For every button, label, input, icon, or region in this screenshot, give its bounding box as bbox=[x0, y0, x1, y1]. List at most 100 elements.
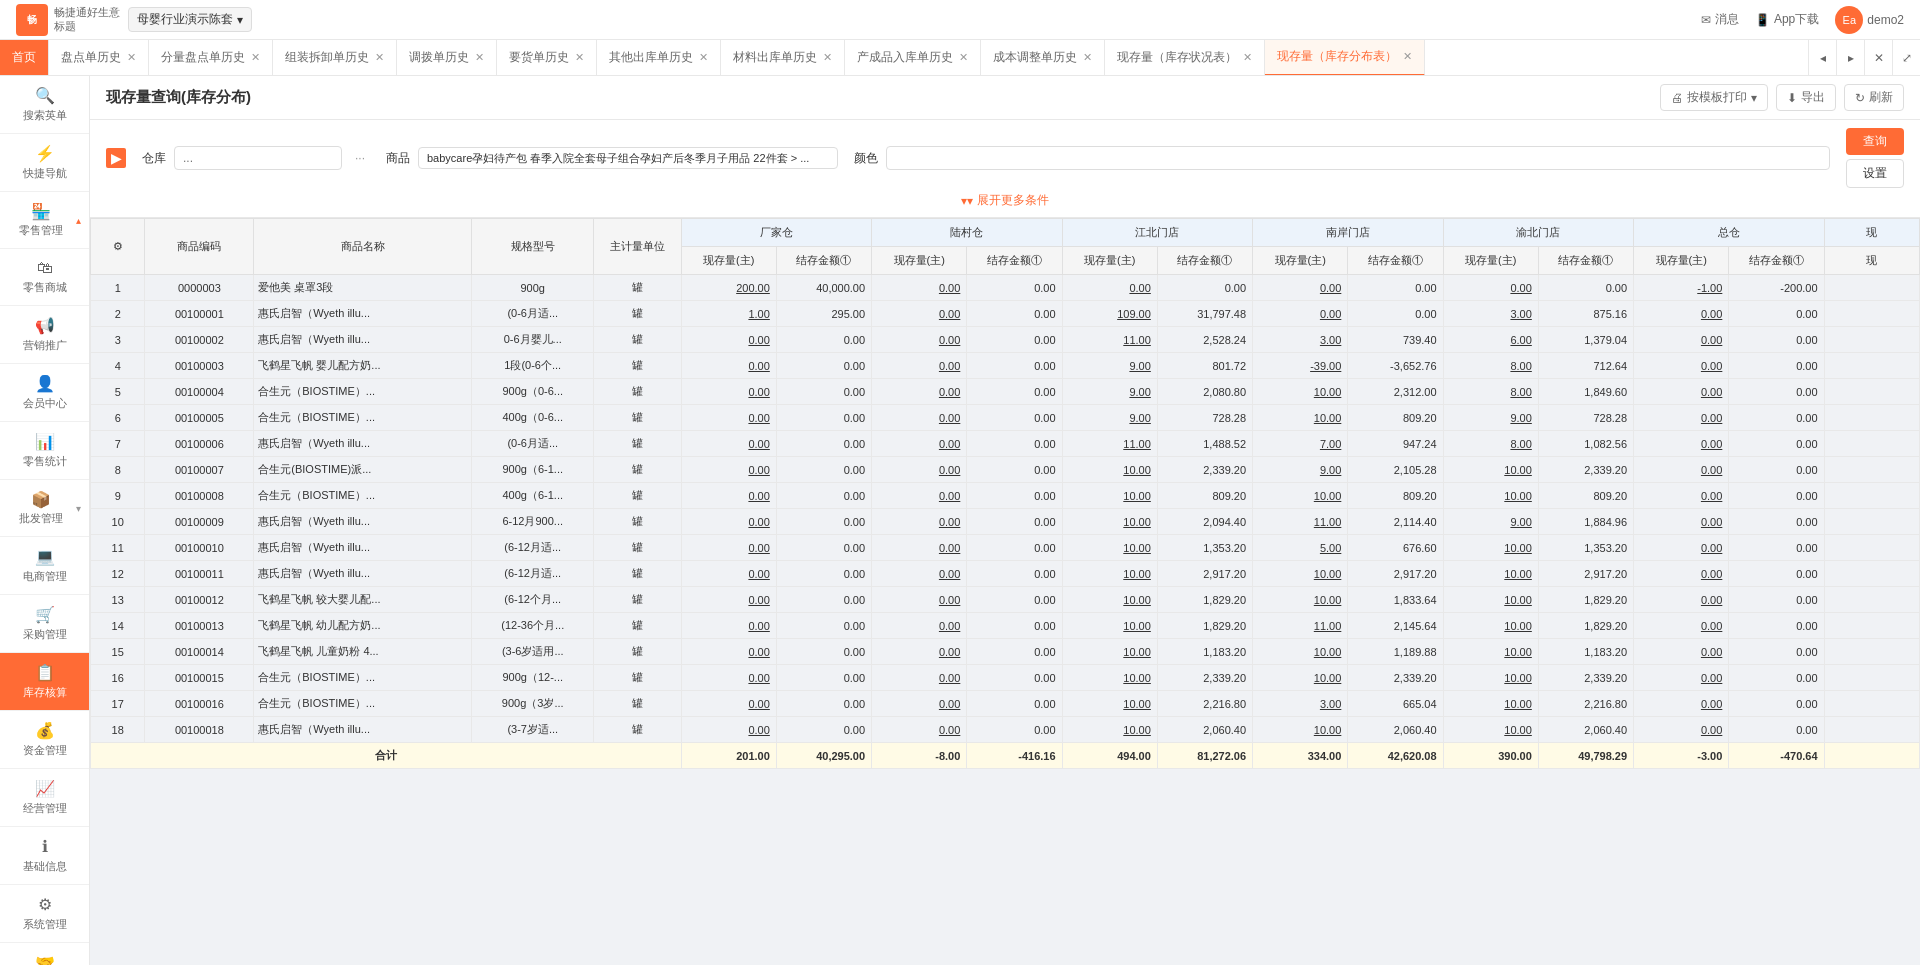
th-settings[interactable]: ⚙ bbox=[91, 219, 145, 275]
table-cell[interactable]: 0.00 bbox=[1634, 613, 1729, 639]
table-cell[interactable]: 10.00 bbox=[1062, 457, 1157, 483]
tab-close-all[interactable]: ✕ bbox=[1864, 40, 1892, 76]
tab-close-icon[interactable]: ✕ bbox=[1083, 51, 1092, 64]
table-cell[interactable]: 0.00 bbox=[1634, 535, 1729, 561]
table-cell[interactable]: 0.00 bbox=[681, 587, 776, 613]
industry-selector[interactable]: 母婴行业演示陈套 bbox=[128, 7, 252, 32]
table-cell[interactable]: 10.00 bbox=[1062, 587, 1157, 613]
tab-requisition[interactable]: 要货单历史 ✕ bbox=[497, 40, 597, 76]
tab-home[interactable]: 首页 bbox=[0, 40, 49, 76]
table-cell[interactable]: 8.00 bbox=[1443, 431, 1538, 457]
table-cell[interactable]: 0.00 bbox=[681, 431, 776, 457]
tab-close-icon[interactable]: ✕ bbox=[475, 51, 484, 64]
table-cell[interactable]: 0.00 bbox=[681, 691, 776, 717]
table-cell[interactable]: 0.00 bbox=[872, 509, 967, 535]
print-btn[interactable]: 🖨 按模板打印 bbox=[1660, 84, 1768, 111]
refresh-btn[interactable]: ↻ 刷新 bbox=[1844, 84, 1904, 111]
tab-material-out[interactable]: 材料出库单历史 ✕ bbox=[721, 40, 845, 76]
table-cell[interactable]: 0.00 bbox=[1634, 457, 1729, 483]
table-cell[interactable]: 10.00 bbox=[1443, 535, 1538, 561]
table-cell[interactable]: 10.00 bbox=[1443, 587, 1538, 613]
sidebar-item-nav[interactable]: ⚡ 快捷导航 bbox=[0, 134, 89, 192]
table-cell[interactable]: 10.00 bbox=[1253, 587, 1348, 613]
table-cell[interactable]: -39.00 bbox=[1253, 353, 1348, 379]
table-cell[interactable]: 11.00 bbox=[1062, 327, 1157, 353]
table-cell[interactable]: 0.00 bbox=[681, 327, 776, 353]
table-cell[interactable]: 0.00 bbox=[1253, 301, 1348, 327]
table-cell[interactable]: 0.00 bbox=[872, 535, 967, 561]
table-cell[interactable]: 10.00 bbox=[1253, 379, 1348, 405]
tab-inventory-history[interactable]: 盘点单历史 ✕ bbox=[49, 40, 149, 76]
sidebar-item-search[interactable]: 🔍 搜索英单 bbox=[0, 76, 89, 134]
sidebar-item-marketing[interactable]: 📢 营销推广 bbox=[0, 306, 89, 364]
table-cell[interactable]: 0.00 bbox=[1634, 353, 1729, 379]
table-cell[interactable]: 10.00 bbox=[1062, 665, 1157, 691]
table-cell[interactable]: 10.00 bbox=[1062, 613, 1157, 639]
table-cell[interactable]: 0.00 bbox=[681, 717, 776, 743]
table-cell[interactable]: 0.00 bbox=[872, 691, 967, 717]
table-cell[interactable]: 9.00 bbox=[1062, 405, 1157, 431]
table-cell[interactable]: 0.00 bbox=[1634, 665, 1729, 691]
table-cell[interactable]: 0.00 bbox=[1634, 561, 1729, 587]
tab-close-icon[interactable]: ✕ bbox=[375, 51, 384, 64]
table-cell[interactable]: 0.00 bbox=[872, 405, 967, 431]
goods-input[interactable] bbox=[418, 147, 838, 169]
table-cell[interactable]: 0.00 bbox=[1253, 275, 1348, 301]
table-cell[interactable]: 0.00 bbox=[1634, 639, 1729, 665]
table-cell[interactable]: 1.00 bbox=[681, 301, 776, 327]
table-cell[interactable]: 0.00 bbox=[1443, 275, 1538, 301]
table-cell[interactable]: 10.00 bbox=[1253, 665, 1348, 691]
table-cell[interactable]: 0.00 bbox=[681, 665, 776, 691]
table-cell[interactable]: 9.00 bbox=[1062, 379, 1157, 405]
table-cell[interactable]: 0.00 bbox=[681, 483, 776, 509]
table-cell[interactable]: 0.00 bbox=[681, 535, 776, 561]
table-cell[interactable]: 10.00 bbox=[1443, 613, 1538, 639]
table-cell[interactable]: 0.00 bbox=[1634, 691, 1729, 717]
table-cell[interactable]: 0.00 bbox=[1062, 275, 1157, 301]
table-cell[interactable]: 10.00 bbox=[1443, 717, 1538, 743]
table-cell[interactable]: 0.00 bbox=[681, 509, 776, 535]
table-cell[interactable]: 10.00 bbox=[1443, 561, 1538, 587]
table-cell[interactable]: 109.00 bbox=[1062, 301, 1157, 327]
table-cell[interactable]: 10.00 bbox=[1062, 561, 1157, 587]
table-cell[interactable]: 0.00 bbox=[872, 587, 967, 613]
tab-sub-inventory[interactable]: 分量盘点单历史 ✕ bbox=[149, 40, 273, 76]
tab-stock-distribution[interactable]: 现存量（库存分布表） ✕ bbox=[1265, 40, 1425, 76]
app-download-btn[interactable]: 📱 App下载 bbox=[1755, 11, 1819, 28]
sidebar-item-stock[interactable]: 📋 库存核算 bbox=[0, 653, 89, 711]
tab-close-icon[interactable]: ✕ bbox=[1243, 51, 1252, 64]
table-cell[interactable]: 0.00 bbox=[872, 431, 967, 457]
query-btn[interactable]: 查询 bbox=[1846, 128, 1904, 155]
sidebar-item-mall[interactable]: 🛍 零售商城 bbox=[0, 249, 89, 306]
table-cell[interactable]: 0.00 bbox=[1634, 587, 1729, 613]
table-cell[interactable]: 0.00 bbox=[681, 379, 776, 405]
tab-close-icon[interactable]: ✕ bbox=[575, 51, 584, 64]
table-cell[interactable]: 10.00 bbox=[1062, 691, 1157, 717]
table-cell[interactable]: 8.00 bbox=[1443, 353, 1538, 379]
table-cell[interactable]: 0.00 bbox=[1634, 717, 1729, 743]
sidebar-item-ecommerce[interactable]: 💻 电商管理 bbox=[0, 537, 89, 595]
table-cell[interactable]: 5.00 bbox=[1253, 535, 1348, 561]
tab-stock-status[interactable]: 现存量（库存状况表） ✕ bbox=[1105, 40, 1265, 76]
table-cell[interactable]: 0.00 bbox=[872, 639, 967, 665]
table-cell[interactable]: 10.00 bbox=[1443, 665, 1538, 691]
table-cell[interactable]: 0.00 bbox=[681, 561, 776, 587]
sidebar-item-wholesale[interactable]: 📦 批发管理 bbox=[0, 480, 89, 537]
table-cell[interactable]: 0.00 bbox=[872, 353, 967, 379]
sidebar-item-basic[interactable]: ℹ 基础信息 bbox=[0, 827, 89, 885]
tab-transfer[interactable]: 调拨单历史 ✕ bbox=[397, 40, 497, 76]
table-cell[interactable]: 0.00 bbox=[872, 717, 967, 743]
table-cell[interactable]: 3.00 bbox=[1253, 691, 1348, 717]
tab-cost-adjust[interactable]: 成本调整单历史 ✕ bbox=[981, 40, 1105, 76]
table-cell[interactable]: 0.00 bbox=[1634, 301, 1729, 327]
sidebar-item-collab[interactable]: 🤝 企业协同 bbox=[0, 943, 89, 965]
tab-scroll-right[interactable] bbox=[1836, 40, 1864, 76]
tab-maximize[interactable]: ⤢ bbox=[1892, 40, 1920, 76]
table-cell[interactable]: 10.00 bbox=[1443, 639, 1538, 665]
table-cell[interactable]: 10.00 bbox=[1443, 457, 1538, 483]
table-cell[interactable]: 11.00 bbox=[1253, 613, 1348, 639]
settings-btn[interactable]: 设置 bbox=[1846, 159, 1904, 188]
table-cell[interactable]: 10.00 bbox=[1062, 535, 1157, 561]
table-cell[interactable]: 10.00 bbox=[1253, 717, 1348, 743]
tab-finished-in[interactable]: 产成品入库单历史 ✕ bbox=[845, 40, 981, 76]
